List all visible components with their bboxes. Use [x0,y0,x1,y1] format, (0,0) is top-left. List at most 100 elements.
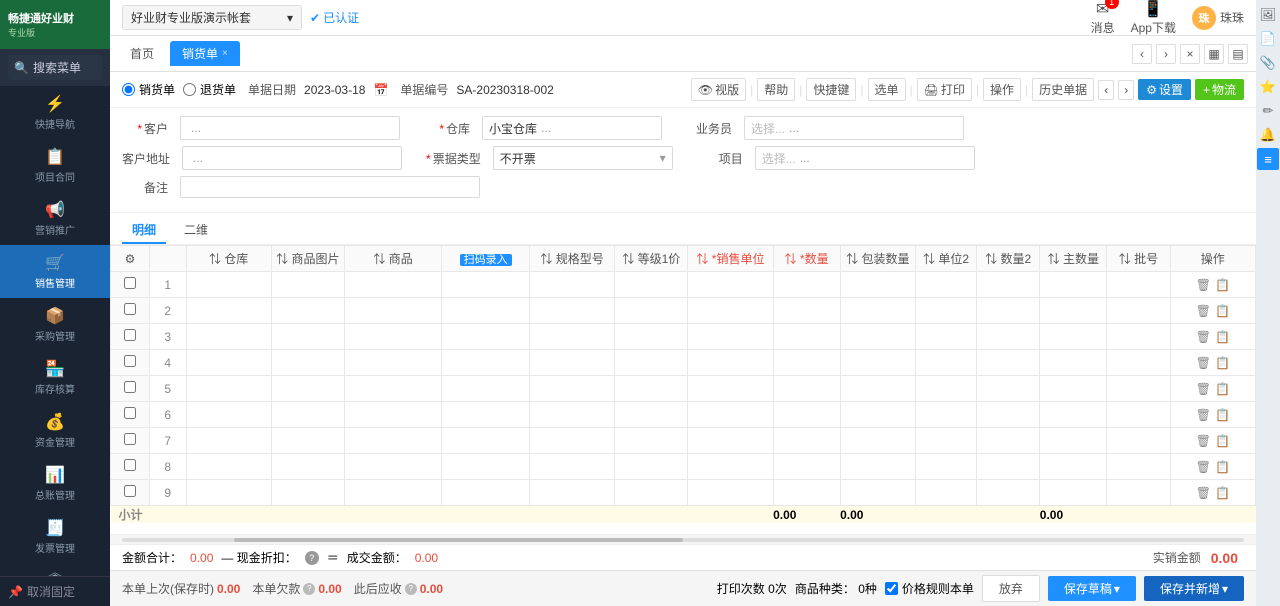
row-qty[interactable] [773,324,840,350]
row-qty[interactable] [773,454,840,480]
col-price[interactable]: ⇅ 等级1价 [615,246,688,272]
row-spec[interactable] [529,324,614,350]
user-avatar[interactable]: 珠 珠珠 [1192,6,1244,30]
message-button[interactable]: ✉ 1 消息 [1091,0,1115,36]
row-product[interactable] [344,272,441,298]
row-product[interactable] [344,324,441,350]
row-mainqty[interactable] [1040,324,1107,350]
abandon-button[interactable]: 放弃 [982,575,1040,602]
sidebar-item-inventory[interactable]: 🏪 库存核算 [0,351,110,404]
row-qty[interactable] [773,402,840,428]
row-batch[interactable] [1107,350,1170,376]
row-qty2[interactable] [976,376,1039,402]
row-checkbox[interactable] [124,485,136,497]
row-spec[interactable] [529,454,614,480]
row-qty[interactable] [773,480,840,506]
row-product[interactable] [344,402,441,428]
history-btn[interactable]: 历史单据 [1032,78,1094,101]
invoice-select[interactable]: 不开票 ▾ [493,146,673,170]
save-new-button[interactable]: 保存并新增 ▾ [1144,576,1244,601]
row-unit2[interactable] [916,350,977,376]
address-dots[interactable]: ... [193,151,203,165]
row-unit2[interactable] [916,480,977,506]
row-unit2[interactable] [916,272,977,298]
calendar-icon[interactable]: 📅 [373,83,388,97]
row-batchin[interactable] [442,272,530,298]
tab-nav-prev[interactable]: ‹ [1132,44,1152,64]
right-panel-icon-2[interactable]: 📄 [1257,28,1279,50]
row-batchin[interactable] [442,350,530,376]
tab-nav-close[interactable]: × [1180,44,1200,64]
warehouse-input[interactable]: 小宝仓库 ... [482,116,662,140]
row-copy-icon[interactable]: 📋 [1215,304,1230,318]
row-saleunit[interactable] [688,402,773,428]
col-batchin[interactable]: 扫码录入 [442,246,530,272]
row-warehouse[interactable] [186,376,271,402]
col-qty[interactable]: ⇅ *数量 [773,246,840,272]
row-price[interactable] [615,376,688,402]
col-product[interactable]: ⇅ 商品 [344,246,441,272]
row-delete-icon[interactable]: 🗑 [1196,382,1211,396]
row-mainqty[interactable] [1040,350,1107,376]
radio-return-label[interactable]: 退货单 [183,81,236,98]
row-qty2[interactable] [976,298,1039,324]
row-delete-icon[interactable]: 🗑 [1196,460,1211,474]
row-unit2[interactable] [916,324,977,350]
row-pic[interactable] [271,480,344,506]
col-spec[interactable]: ⇅ 规格型号 [529,246,614,272]
row-mainqty[interactable] [1040,480,1107,506]
row-batch[interactable] [1107,324,1170,350]
save-new-arrow[interactable]: ▾ [1222,582,1228,596]
col-settings[interactable]: ⚙ [111,246,150,272]
row-pkgqty[interactable] [840,376,916,402]
row-copy-icon[interactable]: 📋 [1215,460,1230,474]
row-pkgqty[interactable] [840,324,916,350]
row-spec[interactable] [529,428,614,454]
col-unit2[interactable]: ⇅ 单位2 [916,246,977,272]
row-batchin[interactable] [442,454,530,480]
view-btn[interactable]: 👁视版 [691,78,746,101]
project-input[interactable]: 选择... ... [755,146,975,170]
row-product[interactable] [344,454,441,480]
row-qty[interactable] [773,298,840,324]
row-copy-icon[interactable]: 📋 [1215,408,1230,422]
row-copy-icon[interactable]: 📋 [1215,356,1230,370]
row-delete-icon[interactable]: 🗑 [1196,486,1211,500]
row-qty2[interactable] [976,324,1039,350]
row-batchin[interactable] [442,376,530,402]
row-pic[interactable] [271,350,344,376]
row-pic[interactable] [271,298,344,324]
save-draft-arrow[interactable]: ▾ [1114,582,1120,596]
print-btn[interactable]: 🖨打印 [917,78,972,101]
row-qty[interactable] [773,272,840,298]
salesperson-input[interactable]: 选择... ... [744,116,964,140]
customer-dots[interactable]: ... [191,121,201,135]
row-pic[interactable] [271,324,344,350]
row-pkgqty[interactable] [840,428,916,454]
row-saleunit[interactable] [688,454,773,480]
row-qty2[interactable] [976,402,1039,428]
row-batchin[interactable] [442,298,530,324]
row-checkbox[interactable] [124,329,136,341]
sidebar-item-funds[interactable]: 💰 资金管理 [0,404,110,457]
row-pic[interactable] [271,454,344,480]
row-delete-icon[interactable]: 🗑 [1196,330,1211,344]
row-qty[interactable] [773,376,840,402]
row-saleunit[interactable] [688,480,773,506]
row-delete-icon[interactable]: 🗑 [1196,408,1211,422]
row-unit2[interactable] [916,428,977,454]
tab-mingxi[interactable]: 明细 [122,217,166,244]
address-input[interactable]: ... [182,146,402,170]
sidebar-item-accounting[interactable]: 📊 总账管理 [0,457,110,510]
row-checkbox[interactable] [124,303,136,315]
tab-close-icon[interactable]: × [222,48,228,59]
help-receivable-icon[interactable]: ? [405,583,417,595]
row-product[interactable] [344,480,441,506]
col-qty2[interactable]: ⇅ 数量2 [976,246,1039,272]
shortcut-btn[interactable]: 快捷键 [806,78,856,101]
row-copy-icon[interactable]: 📋 [1215,382,1230,396]
price-rule-checkbox[interactable]: 价格规则本单 [885,580,974,597]
row-mainqty[interactable] [1040,376,1107,402]
row-pkgqty[interactable] [840,480,916,506]
sidebar-item-marketing[interactable]: 📢 营销推广 [0,192,110,245]
